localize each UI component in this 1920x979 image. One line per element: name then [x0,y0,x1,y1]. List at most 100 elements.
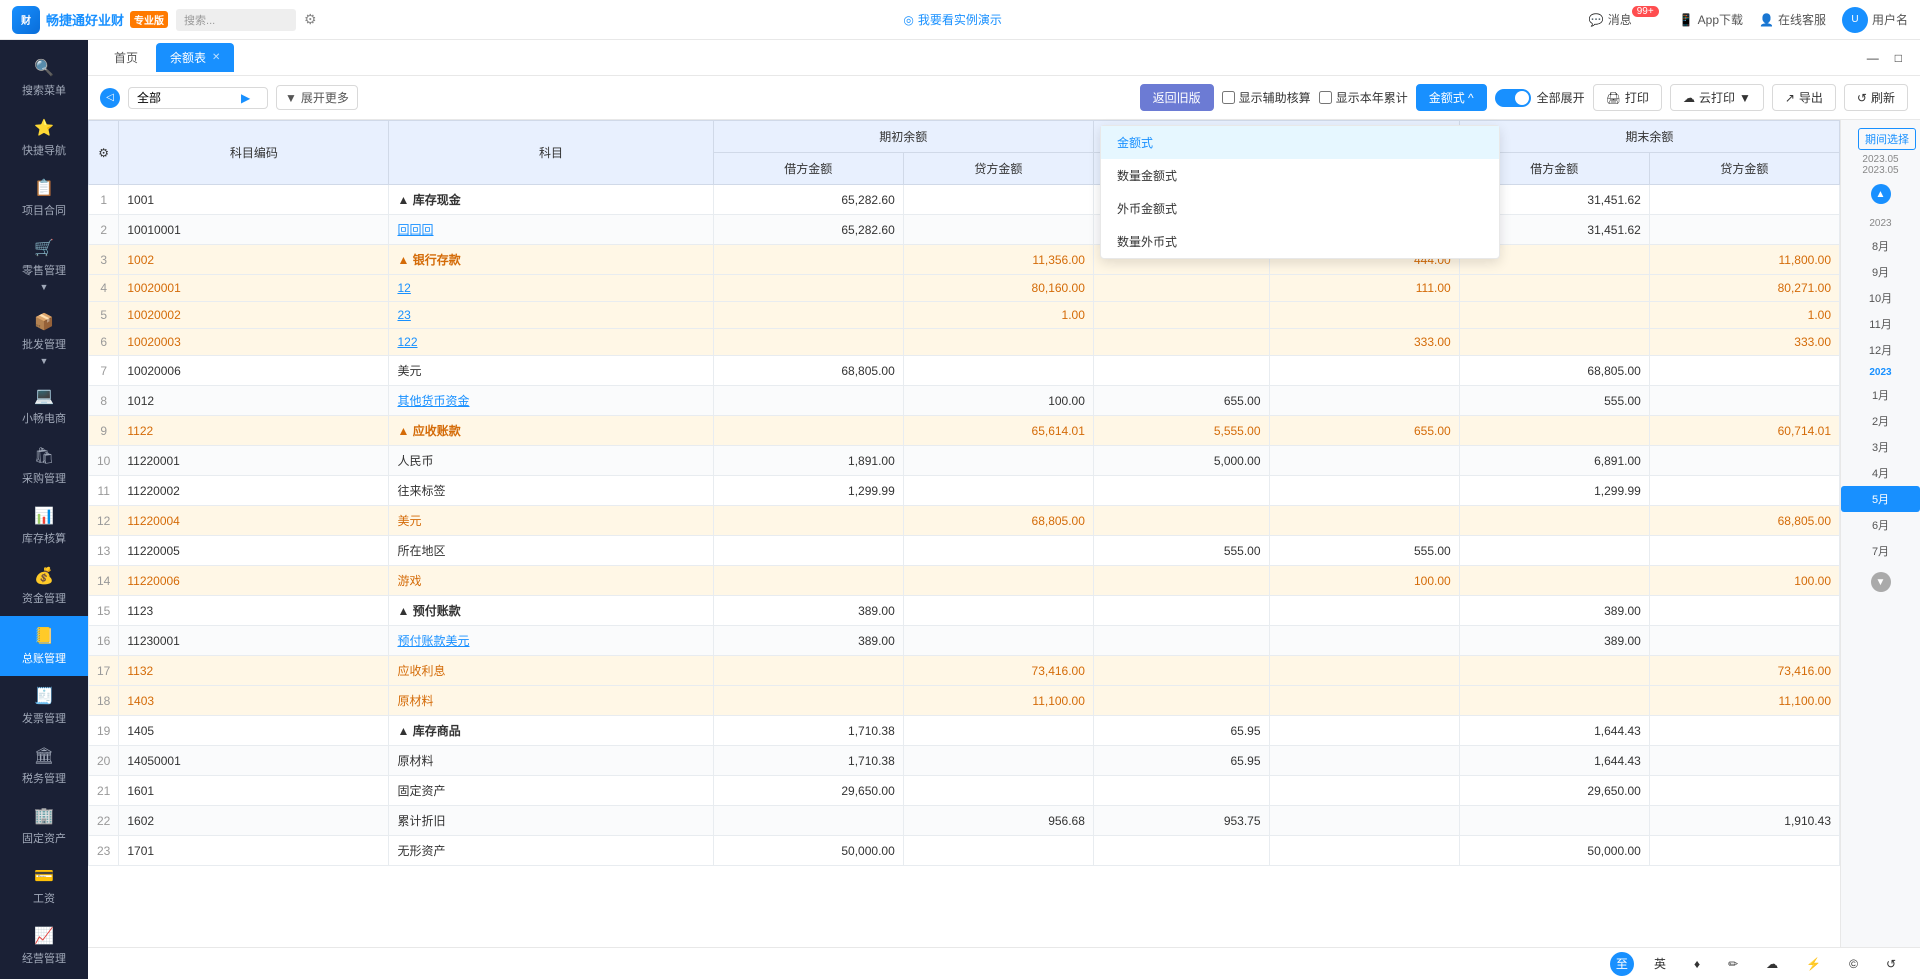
month-4[interactable]: 4月 [1841,460,1920,486]
period-select-title[interactable]: 期间选择 [1858,128,1916,150]
toggle-switch[interactable] [1495,89,1531,107]
opening-debit: 1,891.00 [713,446,903,476]
subject-name[interactable]: 其他货币资金 [389,386,713,416]
print-btn[interactable]: 🖨 打印 [1593,84,1662,111]
search-bar[interactable]: 搜索... [176,9,296,31]
tab-balance[interactable]: 余额表 ✕ [156,43,234,72]
sidebar-item-capital[interactable]: 💰 资金管理 [0,556,88,616]
subject-link[interactable]: 回回回 [397,223,433,237]
subject-name: ▲ 应收账款 [389,416,713,446]
month-12[interactable]: 12月 [1841,337,1920,363]
subject-search-input[interactable] [137,91,237,105]
cloud-print-btn[interactable]: ☁ 云打印 ▼ [1670,84,1764,111]
amount-mode-dropdown[interactable]: 金额式 数量金额式 外币金额式 数量外币式 [1100,125,1500,259]
month-6[interactable]: 6月 [1841,512,1920,538]
sidebar-item-purchase[interactable]: 🛍 采购管理 [0,436,88,496]
export-label: 导出 [1799,89,1823,106]
search-next-icon[interactable]: ▶ [241,91,250,105]
return-old-btn[interactable]: 返回旧版 [1140,84,1214,111]
sidebar-item-wholesale[interactable]: 📦 批发管理 ▼ [0,302,88,376]
bottom-bolt-btn[interactable]: ⚡ [1798,955,1829,973]
subject-name[interactable]: 预付账款美元 [389,626,713,656]
subject-text: ▲ 银行存款 [397,253,460,267]
expand-more-btn[interactable]: ▼ 展开更多 [276,85,358,110]
sidebar-item-tax[interactable]: 🏛 税务管理 [0,736,88,796]
end-debit [1459,656,1649,686]
sidebar-item-assets[interactable]: 🏢 固定资产 [0,796,88,856]
month-7[interactable]: 7月 [1841,538,1920,564]
tab-minimize-icon[interactable]: — [1861,49,1885,67]
sidebar-item-project[interactable]: 📋 项目合同 [0,168,88,228]
messages-btn[interactable]: 💬 消息 99+ [1589,11,1663,28]
sidebar-item-ledger[interactable]: 📒 总账管理 [0,616,88,676]
subject-name[interactable]: 23 [389,302,713,329]
up-arrow-btn[interactable]: ▲ [1871,184,1891,204]
bottom-lang-btn[interactable]: 英 [1646,953,1674,974]
subject-name[interactable]: 回回回 [389,215,713,245]
current-credit [1269,836,1459,866]
nav-back-btn[interactable]: ◁ [100,88,120,108]
subject-search-box[interactable]: ▶ [128,87,268,109]
ecommerce-icon: 💻 [34,386,54,406]
online-service-btn[interactable]: 👤 在线客服 [1759,11,1826,28]
amount-mode-btn[interactable]: 金额式 ^ [1416,84,1487,111]
chevron-down-icon: ▼ [40,282,49,292]
month-3[interactable]: 3月 [1841,434,1920,460]
show-annual-input[interactable] [1319,91,1332,104]
sidebar-item-retail[interactable]: 🛒 零售管理 ▼ [0,228,88,302]
show-auxiliary-input[interactable] [1222,91,1235,104]
row-num: 17 [89,656,119,686]
th-settings[interactable]: ⚙ [89,121,119,185]
sidebar-item-ecommerce[interactable]: 💻 小畅电商 [0,376,88,436]
month-2[interactable]: 2月 [1841,408,1920,434]
show-annual-checkbox[interactable]: 显示本年累计 [1319,89,1408,106]
sidebar-item-operations[interactable]: 📈 经营管理 [0,916,88,976]
subject-text: ▲ 预付账款 [397,604,460,618]
refresh-btn[interactable]: ↺ 刷新 [1844,84,1908,111]
bottom-currency-btn[interactable]: 至 [1610,952,1634,976]
subject-link[interactable]: 其他货币资金 [397,394,469,408]
bottom-edit-btn[interactable]: ✏ [1720,955,1746,973]
dropdown-item-foreign-amount[interactable]: 外币金额式 [1101,192,1499,225]
sidebar-item-salary[interactable]: 💳 工资 [0,856,88,916]
month-5[interactable]: 5月 [1841,486,1920,512]
dropdown-item-quantity-amount[interactable]: 数量金额式 [1101,159,1499,192]
bottom-refresh-btn[interactable]: ↺ [1878,955,1904,973]
sidebar-item-search[interactable]: 🔍 搜索菜单 [0,48,88,108]
tab-maximize-icon[interactable]: □ [1889,49,1908,67]
app-download-btn[interactable]: 📱 App下载 [1679,11,1743,28]
expand-all-toggle[interactable]: 全部展开 [1495,89,1585,107]
export-btn[interactable]: ↗ 导出 [1772,84,1836,111]
bottom-copyright-btn[interactable]: © [1841,955,1866,973]
user-avatar[interactable]: U 用户名 [1842,7,1908,33]
month-11[interactable]: 11月 [1841,311,1920,337]
subject-link[interactable]: 12 [397,281,410,295]
opening-debit: 1,710.38 [713,716,903,746]
dropdown-item-amount[interactable]: 金额式 [1101,126,1499,159]
sidebar-item-quicknav[interactable]: ⭐ 快捷导航 [0,108,88,168]
down-arrow-btn[interactable]: ▼ [1871,572,1891,592]
end-credit [1649,776,1839,806]
opening-credit [903,329,1093,356]
subject-name[interactable]: 122 [389,329,713,356]
dropdown-item-quantity-foreign[interactable]: 数量外币式 [1101,225,1499,258]
subject-link[interactable]: 122 [397,335,417,349]
sidebar-item-inventory[interactable]: 📊 库存核算 [0,496,88,556]
bottom-cloud-btn[interactable]: ☁ [1758,955,1786,973]
row-num: 9 [89,416,119,446]
month-8[interactable]: 8月 [1841,233,1920,259]
demo-link[interactable]: ◎ 我要看实例演示 [903,11,1002,28]
bottom-diamond-btn[interactable]: ♦ [1686,955,1708,973]
tab-close-icon[interactable]: ✕ [212,52,220,63]
subject-name[interactable]: 12 [389,275,713,302]
month-9[interactable]: 9月 [1841,259,1920,285]
subject-link[interactable]: 预付账款美元 [397,634,469,648]
month-1[interactable]: 1月 [1841,382,1920,408]
sidebar-item-invoice[interactable]: 🧾 发票管理 [0,676,88,736]
account-code: 1403 [119,686,389,716]
tab-home[interactable]: 首页 [100,43,152,72]
subject-link[interactable]: 23 [397,308,410,322]
month-10[interactable]: 10月 [1841,285,1920,311]
settings-icon[interactable]: ⚙ [304,11,317,28]
show-auxiliary-checkbox[interactable]: 显示辅助核算 [1222,89,1311,106]
